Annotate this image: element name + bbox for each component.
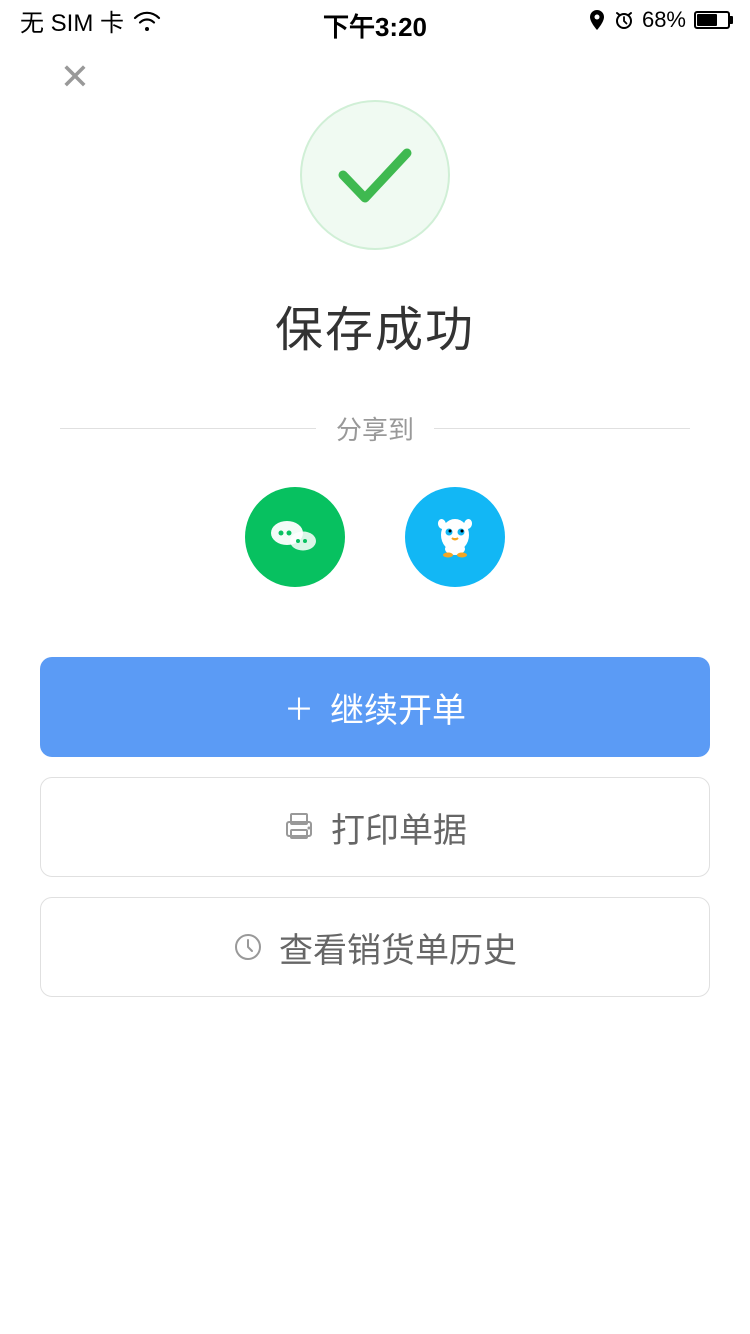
print-label: 打印单据: [331, 803, 467, 852]
status-left: 无 SIM 卡: [20, 3, 162, 38]
history-label: 查看销货单历史: [279, 923, 517, 972]
continue-label: 继续开单: [330, 683, 466, 732]
close-button[interactable]: ✕: [50, 52, 100, 102]
status-bar: 无 SIM 卡 下午3:20 68%: [0, 0, 750, 40]
print-icon: [283, 812, 315, 842]
success-title: 保存成功: [275, 290, 475, 360]
share-label: 分享到: [316, 410, 434, 447]
plus-icon: ＋: [284, 685, 314, 729]
close-icon: ✕: [60, 59, 90, 95]
alarm-icon: [614, 9, 634, 31]
battery-text: 68%: [642, 7, 686, 33]
continue-button[interactable]: ＋ 继续开单: [40, 657, 710, 757]
wifi-icon: [132, 9, 162, 31]
status-right: 68%: [588, 7, 730, 33]
qq-share-button[interactable]: [405, 487, 505, 587]
share-icons-container: [245, 487, 505, 587]
main-content: 保存成功 分享到: [0, 40, 750, 997]
location-icon: [588, 9, 606, 31]
share-divider: 分享到: [0, 410, 750, 447]
carrier-text: 无 SIM 卡: [20, 3, 124, 38]
time-display: 下午3:20: [323, 7, 427, 44]
checkmark-icon: [335, 143, 415, 208]
history-button[interactable]: 查看销货单历史: [40, 897, 710, 997]
divider-right: [434, 428, 690, 429]
wechat-logo: [265, 507, 325, 567]
battery-icon: [694, 11, 730, 29]
action-buttons: ＋ 继续开单 打印单据 查看销货单历史: [0, 657, 750, 997]
wechat-share-button[interactable]: [245, 487, 345, 587]
success-circle: [300, 100, 450, 250]
divider-left: [60, 428, 316, 429]
history-icon: [233, 932, 263, 962]
print-button[interactable]: 打印单据: [40, 777, 710, 877]
qq-logo: [425, 507, 485, 567]
